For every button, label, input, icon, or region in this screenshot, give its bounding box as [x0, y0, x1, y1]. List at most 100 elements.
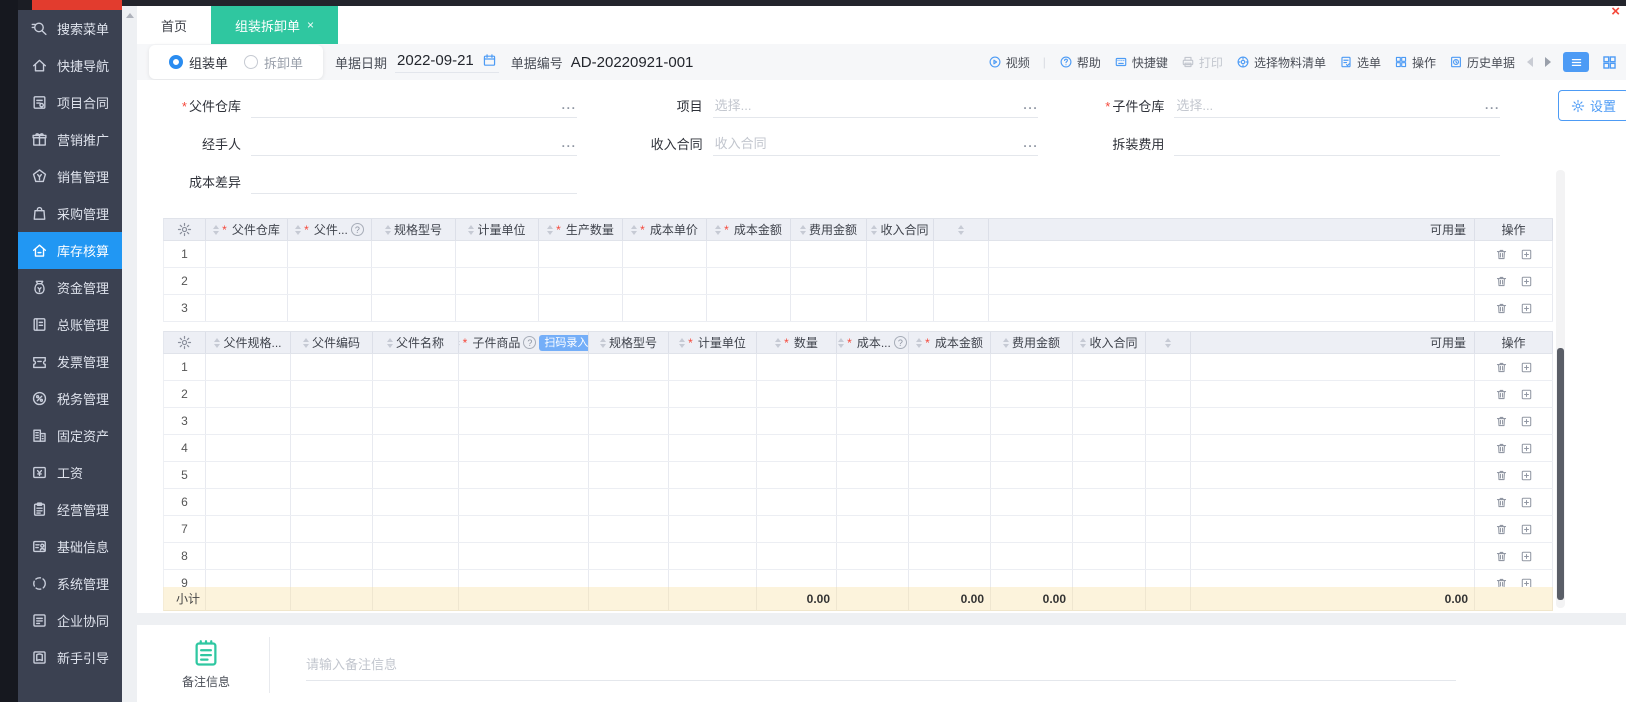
cell-income-contract[interactable] — [867, 268, 934, 294]
cell-parent-warehouse[interactable] — [206, 241, 288, 267]
add-row-icon[interactable] — [1520, 388, 1533, 401]
cell-cost-price[interactable] — [837, 570, 909, 587]
more-options-button[interactable]: ··· — [1485, 102, 1500, 114]
sort-icon[interactable] — [838, 337, 845, 348]
cell-cost-price[interactable] — [623, 268, 707, 294]
cell-unit[interactable] — [456, 268, 539, 294]
close-icon[interactable]: × — [1611, 4, 1620, 19]
sort-icon[interactable] — [871, 224, 878, 235]
settings-button[interactable]: 设置 — [1558, 90, 1626, 121]
cell-cost-price[interactable] — [837, 543, 909, 569]
cell-parent-code[interactable] — [291, 489, 373, 515]
cell-spec-model[interactable] — [589, 570, 669, 587]
cell-unit[interactable] — [669, 354, 757, 380]
sort-icon[interactable] — [459, 337, 460, 348]
add-row-icon[interactable] — [1520, 442, 1533, 455]
cell-cost-price[interactable] — [623, 295, 707, 321]
cell-parent-item[interactable] — [288, 295, 372, 321]
vertical-scrollbar[interactable] — [1556, 170, 1565, 608]
cell-spec-model[interactable] — [589, 408, 669, 434]
cell-cost-amount[interactable] — [707, 241, 791, 267]
cell-parent-name[interactable] — [373, 462, 459, 488]
add-row-icon[interactable] — [1520, 275, 1533, 288]
field-input-cost-variance[interactable] — [251, 168, 577, 194]
cell-cost-amount[interactable] — [909, 435, 991, 461]
cell-qty[interactable] — [757, 354, 837, 380]
trash-icon[interactable] — [1495, 361, 1508, 374]
toolbar-actions[interactable]: 操作 — [1394, 54, 1436, 71]
cell-parent-name[interactable] — [373, 408, 459, 434]
cell-unit[interactable] — [669, 543, 757, 569]
add-row-icon[interactable] — [1520, 469, 1533, 482]
cell-spec-model[interactable] — [589, 489, 669, 515]
cell-fee-amount[interactable] — [791, 295, 867, 321]
sort-icon[interactable] — [679, 337, 686, 348]
cell-cost-amount[interactable] — [909, 462, 991, 488]
sort-icon[interactable] — [213, 224, 220, 235]
cell-qty[interactable] — [757, 543, 837, 569]
cell-production-qty[interactable] — [539, 241, 623, 267]
more-options-button[interactable]: ··· — [562, 102, 577, 114]
sidebar-item-purchase-mgmt[interactable]: 采购管理 — [18, 195, 122, 232]
sort-icon[interactable] — [384, 224, 391, 235]
cell-unit[interactable] — [669, 516, 757, 542]
toolbar-select-bom[interactable]: 选择物料清单 — [1236, 54, 1326, 71]
cell-unit[interactable] — [456, 295, 539, 321]
cell-cost-amount[interactable] — [909, 408, 991, 434]
cell-cost-price[interactable] — [837, 516, 909, 542]
cell-cost-amount[interactable] — [909, 570, 991, 587]
cell-cost-amount[interactable] — [909, 516, 991, 542]
help-icon[interactable]: ? — [893, 336, 907, 349]
help-icon[interactable]: ? — [523, 336, 537, 349]
column-settings-button[interactable] — [164, 219, 206, 240]
sort-icon[interactable] — [631, 224, 638, 235]
sidebar-item-tax-mgmt[interactable]: 税务管理 — [18, 380, 122, 417]
cell-parent-code[interactable] — [291, 408, 373, 434]
scrollbar-thumb[interactable] — [1557, 348, 1564, 600]
cell-parent-warehouse[interactable] — [206, 268, 288, 294]
cell-parent-spec[interactable] — [206, 489, 291, 515]
sidebar-item-system-mgmt[interactable]: 系统管理 — [18, 565, 122, 602]
cell-cost-price[interactable] — [837, 381, 909, 407]
toolbar-history[interactable]: 历史单据 — [1449, 54, 1515, 71]
cell-child-item[interactable] — [459, 570, 589, 587]
more-options-button[interactable]: ··· — [1023, 140, 1038, 152]
sort-icon[interactable] — [1080, 337, 1087, 348]
sort-icon[interactable] — [715, 224, 722, 235]
list-view-button[interactable] — [1563, 52, 1589, 72]
sidebar-item-enterprise-collab[interactable]: 企业协同 — [18, 602, 122, 639]
trash-icon[interactable] — [1495, 388, 1508, 401]
sort-icon[interactable] — [295, 224, 302, 235]
cell-available[interactable] — [1395, 381, 1475, 407]
cell-cost-amount[interactable] — [909, 381, 991, 407]
cell-cost-amount[interactable] — [909, 489, 991, 515]
cell-child-item[interactable] — [459, 408, 589, 434]
help-icon[interactable]: ? — [350, 223, 364, 236]
cell-child-item[interactable] — [459, 543, 589, 569]
cell-unit[interactable] — [669, 489, 757, 515]
cell-parent-code[interactable] — [291, 435, 373, 461]
cell-production-qty[interactable] — [539, 295, 623, 321]
cell-fee-amount[interactable] — [991, 570, 1073, 587]
cell-income-contract[interactable] — [867, 241, 934, 267]
cell-parent-spec[interactable] — [206, 543, 291, 569]
cell-spec-model[interactable] — [589, 543, 669, 569]
cell-child-item[interactable] — [459, 435, 589, 461]
cell-parent-name[interactable] — [373, 435, 459, 461]
cell-cost-price[interactable] — [837, 408, 909, 434]
cell-spec-model[interactable] — [589, 435, 669, 461]
cell-qty[interactable] — [757, 462, 837, 488]
cell-blank[interactable] — [1146, 570, 1191, 587]
cell-fee-amount[interactable] — [791, 268, 867, 294]
cell-blank[interactable] — [1146, 381, 1191, 407]
cell-parent-name[interactable] — [373, 543, 459, 569]
sidebar-item-business-mgmt[interactable]: 经营管理 — [18, 491, 122, 528]
toolbar-pick-order[interactable]: 选单 — [1339, 54, 1381, 71]
sidebar-item-quick-nav[interactable]: 快捷导航 — [18, 47, 122, 84]
sort-icon[interactable] — [1002, 337, 1009, 348]
sidebar-item-general-ledger[interactable]: 总账管理 — [18, 306, 122, 343]
cell-spec-model[interactable] — [589, 462, 669, 488]
chevron-right-icon[interactable] — [1545, 57, 1551, 67]
sort-icon[interactable] — [547, 224, 554, 235]
sort-icon[interactable] — [958, 224, 964, 235]
